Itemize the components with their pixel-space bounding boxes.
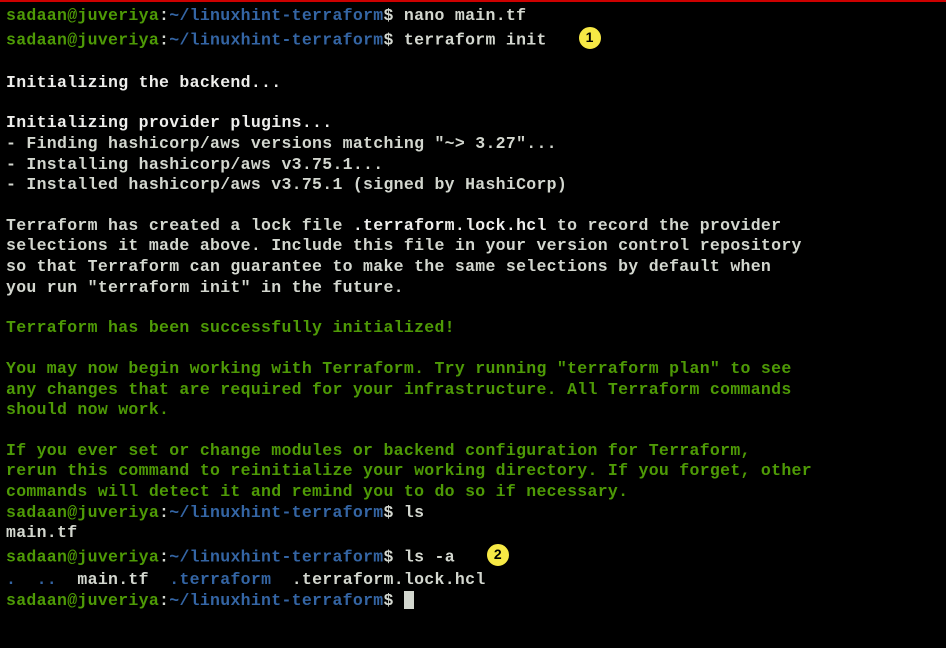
command-text: nano main.tf — [404, 6, 526, 25]
cursor — [404, 591, 414, 609]
cwd-path: /linuxhint-terraform — [179, 6, 383, 25]
output-line: any changes that are required for your i… — [6, 380, 940, 401]
output-heading: Initializing provider plugins... — [6, 113, 940, 134]
output-line: - Installed hashicorp/aws v3.75.1 (signe… — [6, 175, 940, 196]
output-line: so that Terraform can guarantee to make … — [6, 257, 940, 278]
output-line: you run "terraform init" in the future. — [6, 278, 940, 299]
output-line: commands will detect it and remind you t… — [6, 482, 940, 503]
annotation-badge-1: 1 — [577, 25, 603, 51]
ls-output: main.tf — [6, 523, 940, 544]
prompt-line-1: sadaan@juveriya:~/linuxhint-terraform$ n… — [6, 6, 940, 27]
prompt-line-3: sadaan@juveriya:~/linuxhint-terraform$ l… — [6, 503, 940, 524]
annotation-badge-2: 2 — [485, 542, 511, 568]
ls-a-output: . .. main.tf .terraform .terraform.lock.… — [6, 570, 940, 591]
output-line: rerun this command to reinitialize your … — [6, 461, 940, 482]
user-host: sadaan@juveriya — [6, 6, 159, 25]
prompt-line-4: sadaan@juveriya:~/linuxhint-terraform$ l… — [6, 544, 940, 570]
command-text: ls -a — [404, 547, 455, 566]
output-line: should now work. — [6, 400, 940, 421]
command-text: ls — [404, 503, 424, 522]
terminal[interactable]: sadaan@juveriya:~/linuxhint-terraform$ n… — [6, 6, 940, 611]
prompt-line-5: sadaan@juveriya:~/linuxhint-terraform$ — [6, 591, 940, 612]
output-line: You may now begin working with Terraform… — [6, 359, 940, 380]
output-line: Terraform has created a lock file .terra… — [6, 216, 940, 237]
output-line: If you ever set or change modules or bac… — [6, 441, 940, 462]
output-heading: Initializing the backend... — [6, 73, 940, 94]
output-line: selections it made above. Include this f… — [6, 236, 940, 257]
output-line: - Installing hashicorp/aws v3.75.1... — [6, 155, 940, 176]
success-message: Terraform has been successfully initiali… — [6, 318, 940, 339]
prompt-line-2: sadaan@juveriya:~/linuxhint-terraform$ t… — [6, 27, 940, 53]
output-line: - Finding hashicorp/aws versions matchin… — [6, 134, 940, 155]
command-text: terraform init — [404, 30, 547, 49]
